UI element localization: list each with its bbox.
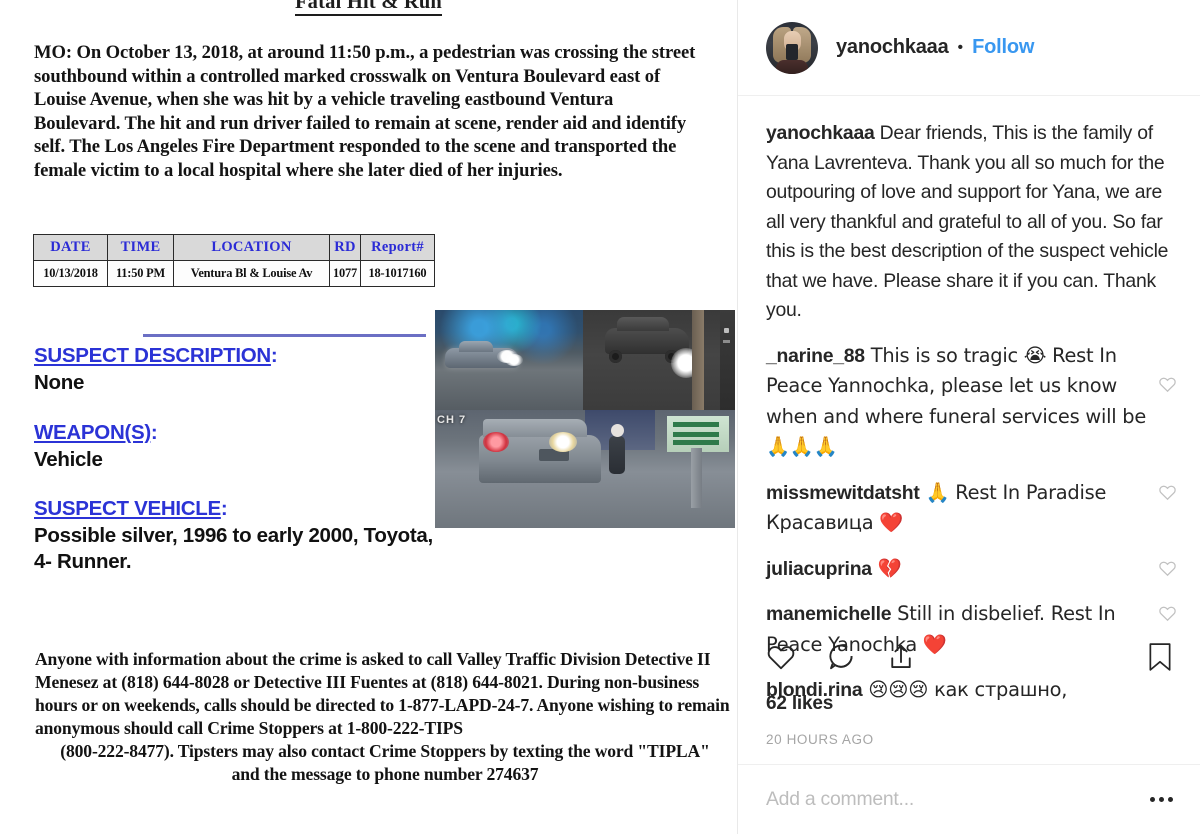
cell-rd: 1077 [329,260,361,287]
heart-icon[interactable] [766,642,796,672]
bulletin-title-text: Fatal Hit & Run [294,0,443,16]
comment-username[interactable]: missmewitdatsht [766,482,920,504]
comments-scroll-region[interactable]: yanochkaaa Dear friends, This is the fam… [738,97,1200,701]
caption-text-wrap: yanochkaaa Dear friends, This is the fam… [766,119,1173,326]
follow-button[interactable]: Follow [972,36,1034,59]
post-caption: yanochkaaa Dear friends, This is the fam… [766,119,1173,326]
cctv-wheel-front [609,350,622,363]
weapons-heading-text: WEAPON(S) [34,421,151,444]
cctv-pedestrian-body [609,436,625,474]
avatar[interactable] [766,21,818,74]
cctv-panel-bottom [435,410,735,528]
tip-paragraph-third: and the message to phone number 274637 [231,764,539,784]
column-header-report: Report# [359,234,435,261]
column-header-date: DATE [33,234,108,261]
add-comment-bar [738,764,1200,834]
column-header-time: TIME [107,234,174,261]
more-options-icon[interactable] [1143,790,1173,810]
tip-paragraph-main: Anyone with information about the crime … [35,649,730,738]
weapons-heading: WEAPON(S): [34,421,434,445]
bookmark-icon[interactable] [1147,642,1173,672]
avatar-detail-phone [786,43,798,60]
suspect-vehicle-value: Possible silver, 1996 to early 2000, Toy… [34,524,433,573]
cctv-headlight-glow [505,354,523,366]
cctv-taillight-left [483,432,509,452]
post-action-bar [738,626,1200,688]
cctv-sign-marker [724,328,729,333]
cell-date: 10/13/2018 [33,260,108,287]
suspect-description-value: None [34,371,85,394]
instagram-post-panel: yanochkaaa • Follow yanochkaaa Dear frie… [737,0,1200,834]
tip-information-block: Anyone with information about the crime … [35,648,735,786]
cctv-panel-right-sliver [720,310,735,410]
header-separator-dot: • [957,38,964,56]
suspect-vehicle-section: SUSPECT VEHICLE: Possible silver, 1996 t… [34,497,434,575]
comment-username[interactable]: manemichelle [766,603,892,625]
bulletin-title: Fatal Hit & Run [0,0,737,16]
instagram-post-header: yanochkaaa • Follow [738,0,1200,96]
suspect-vehicle-colon: : [220,497,228,520]
header-username-link[interactable]: yanochkaaa [836,36,949,59]
comment-like-heart-icon[interactable] [1158,559,1177,578]
comment-like-heart-icon[interactable] [1158,375,1177,394]
comment-text-wrap: juliacuprina 💔 [766,554,1173,585]
column-header-rd: RD [329,234,361,261]
cctv-sign-marker-2 [723,340,730,343]
more-dot-3 [1168,797,1173,802]
likes-count[interactable]: 62 likes [766,693,833,715]
cctv-panel-top-left [435,310,583,410]
avatar-detail-torso [776,59,808,74]
list-item: juliacuprina 💔 [766,554,1176,585]
incident-table: DATE TIME LOCATION RD Report# 10/13/2018… [33,234,435,287]
caption-body: Dear friends, This is the family of Yana… [766,122,1169,321]
cell-location: Ventura Bl & Louise Av [173,260,330,287]
cell-time: 11:50 PM [107,260,174,287]
more-dot-1 [1150,797,1155,802]
list-item: _narine_88 This is so tragic 😭 Rest In P… [766,341,1176,463]
comment-body: 💔 [871,556,902,580]
cctv-panel-top-right [583,310,720,410]
cctv-channel-label: CH 7 [437,414,467,426]
comment-like-heart-icon[interactable] [1158,483,1177,502]
modus-operandi-paragraph: MO: On October 13, 2018, at around 11:50… [34,42,696,181]
caption-username[interactable]: yanochkaaa [766,122,875,144]
more-dot-2 [1159,797,1164,802]
cctv-street-sign [667,416,729,452]
cctv-pedestrian-head [611,424,624,437]
cctv-post [692,310,704,410]
tip-paragraph-second: (800-222-8477). Tipsters may also contac… [60,741,710,761]
comment-username[interactable]: _narine_88 [766,345,865,367]
comment-like-heart-icon[interactable] [1158,604,1177,623]
suspect-description-colon: : [270,344,278,367]
suspect-description-heading-text: SUSPECT DESCRIPTION [34,344,271,367]
list-item: missmewitdatsht 🙏 Rest In Paradise Краса… [766,478,1176,539]
suspect-vehicle-heading: SUSPECT VEHICLE: [34,497,434,521]
post-timestamp: 20 HOURS AGO [766,732,874,747]
cctv-sign-pole [691,448,702,508]
lapd-bulletin-panel: Fatal Hit & Run MO: On October 13, 2018,… [0,0,737,834]
table-row: 10/13/2018 11:50 PM Ventura Bl & Louise … [33,260,435,287]
screenshot-root: Fatal Hit & Run MO: On October 13, 2018,… [0,0,1200,834]
suspect-description-section: SUSPECT DESCRIPTION: None [34,344,434,396]
comment-bubble-icon[interactable] [826,642,856,672]
suspect-description-heading: SUSPECT DESCRIPTION: [34,344,434,368]
share-upload-icon[interactable] [886,642,916,672]
table-header-row: DATE TIME LOCATION RD Report# [33,234,435,261]
cell-report: 18-1017160 [359,260,435,287]
weapons-section: WEAPON(S): Vehicle [34,421,434,473]
column-header-location: LOCATION [173,234,330,261]
suspect-vehicle-heading-text: SUSPECT VEHICLE [34,497,221,520]
comment-text-wrap: _narine_88 This is so tragic 😭 Rest In P… [766,341,1173,463]
comment-text-wrap: missmewitdatsht 🙏 Rest In Paradise Краса… [766,478,1173,539]
comment-username[interactable]: juliacuprina [766,558,872,580]
add-comment-input[interactable] [766,788,1143,811]
weapons-colon: : [150,421,158,444]
blue-divider-rule [143,334,426,337]
cctv-taillight-right [549,432,577,452]
surveillance-footage-composite: CH 7 [435,310,735,528]
weapons-value: Vehicle [34,448,103,471]
